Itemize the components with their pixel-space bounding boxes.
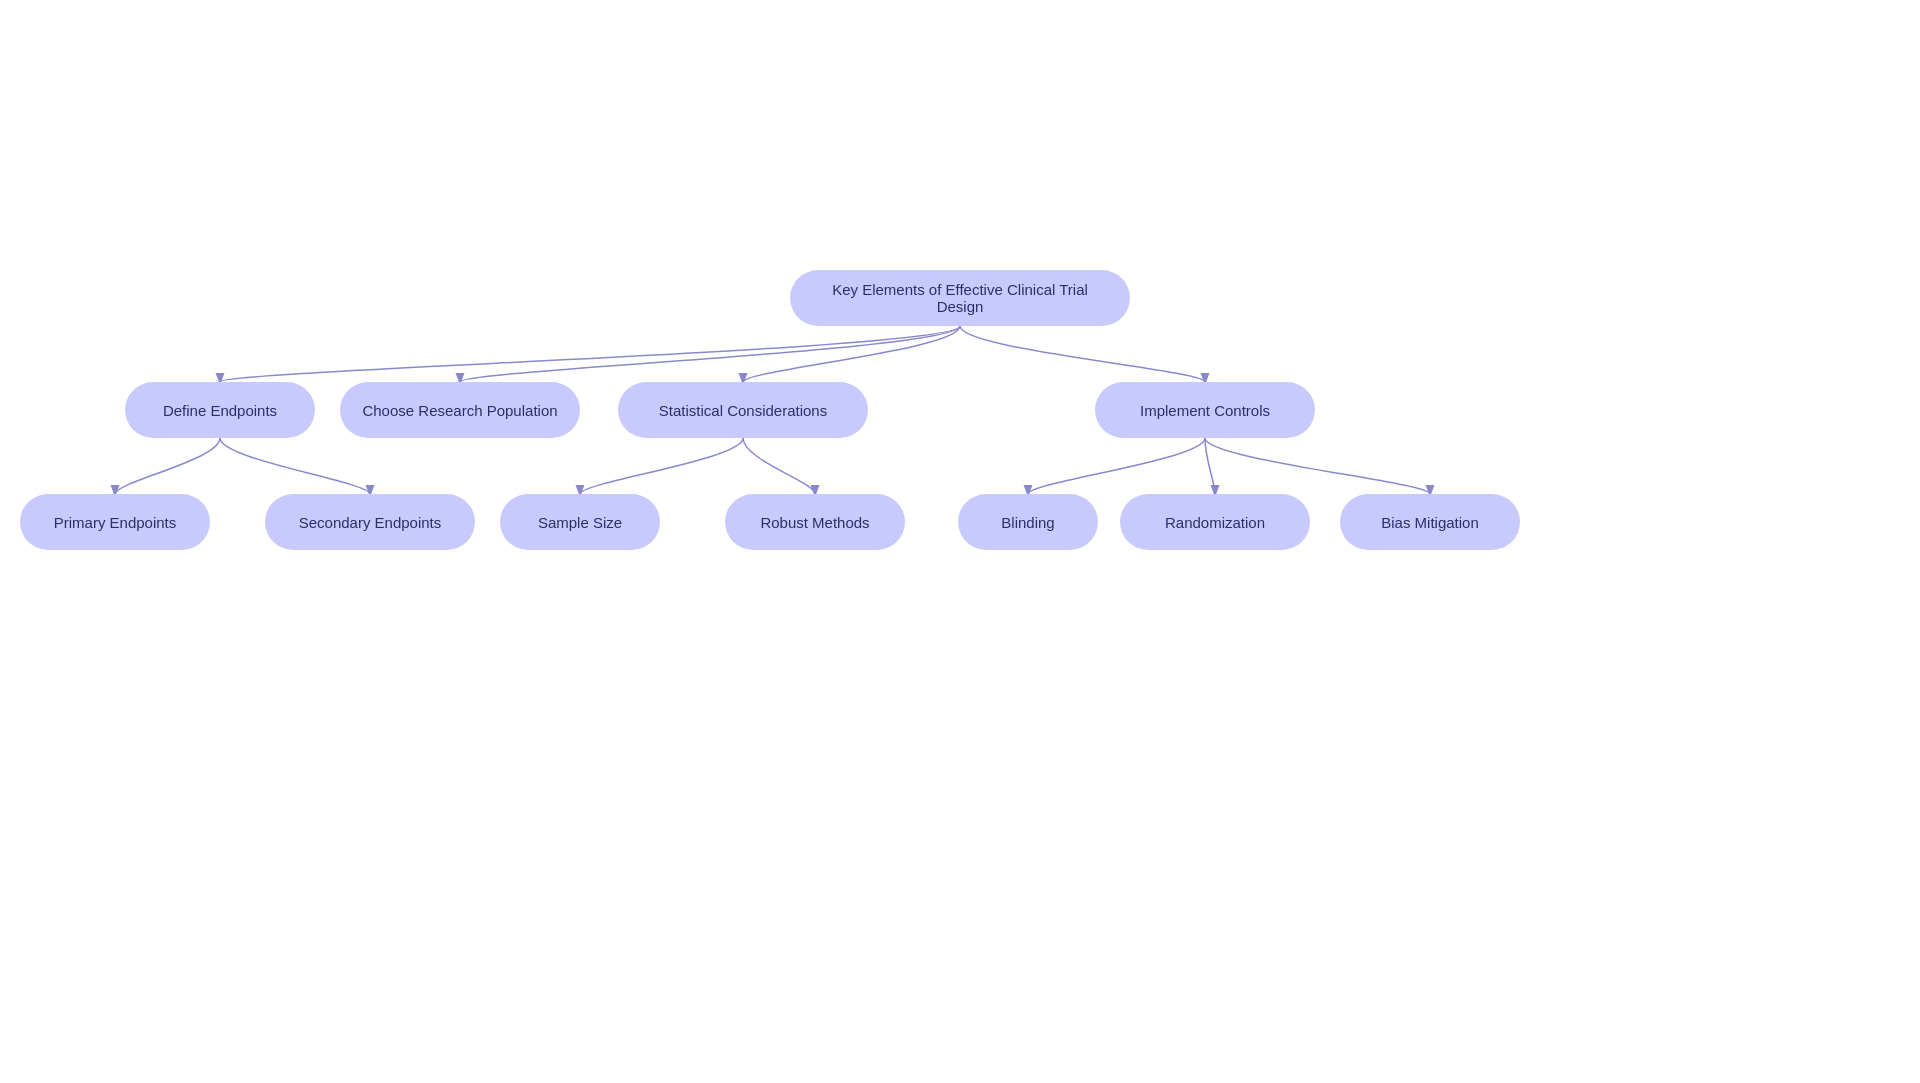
- secondary-endpoints-node: Secondary Endpoints: [265, 494, 475, 550]
- robust-methods-node: Robust Methods: [725, 494, 905, 550]
- define-endpoints-node: Define Endpoints: [125, 382, 315, 438]
- bias-mitigation-node: Bias Mitigation: [1340, 494, 1520, 550]
- blinding-node: Blinding: [958, 494, 1098, 550]
- primary-endpoints-node: Primary Endpoints: [20, 494, 210, 550]
- root-node: Key Elements of Effective Clinical Trial…: [790, 270, 1130, 326]
- sample-size-node: Sample Size: [500, 494, 660, 550]
- randomization-node: Randomization: [1120, 494, 1310, 550]
- implement-controls-node: Implement Controls: [1095, 382, 1315, 438]
- statistical-considerations-node: Statistical Considerations: [618, 382, 868, 438]
- choose-research-node: Choose Research Population: [340, 382, 580, 438]
- diagram-container: Key Elements of Effective Clinical Trial…: [0, 0, 1920, 1083]
